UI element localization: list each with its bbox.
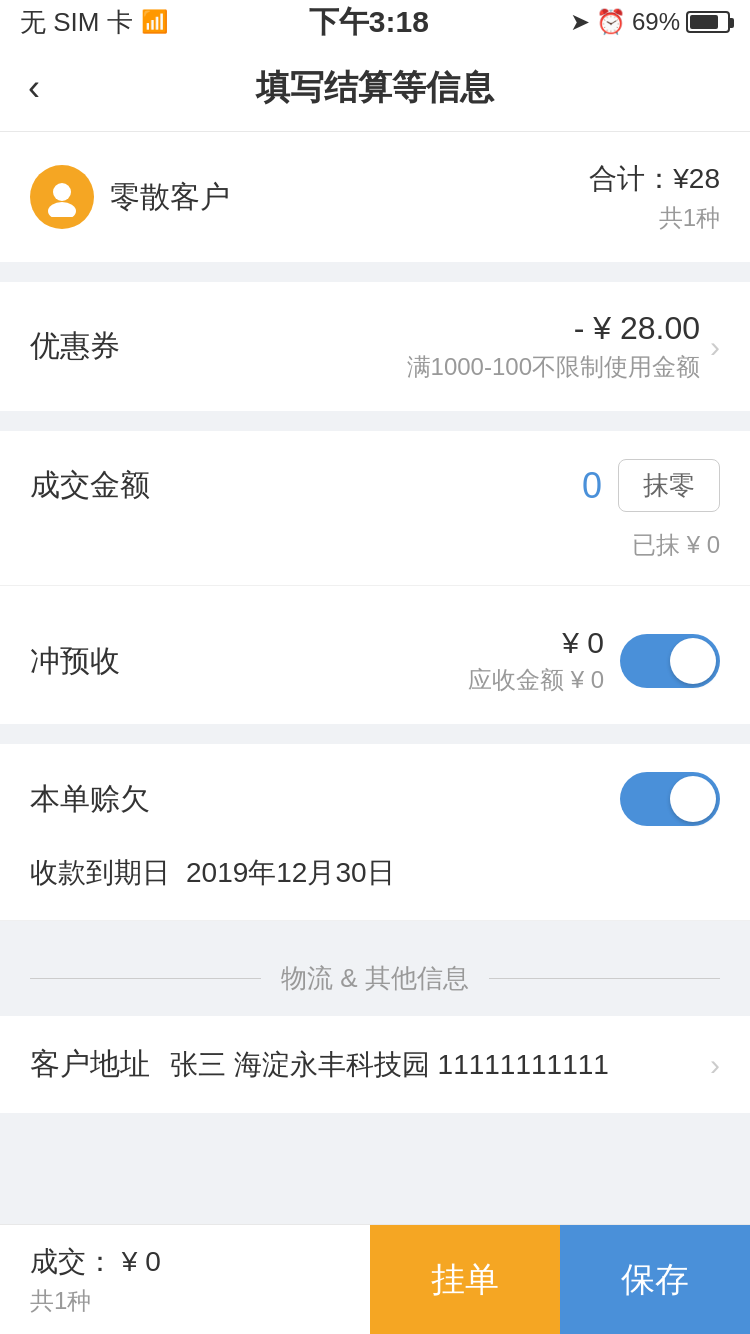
nav-bar: ‹ 填写结算等信息 bbox=[0, 44, 750, 132]
battery-icon bbox=[686, 11, 730, 33]
address-chevron-icon: › bbox=[710, 1048, 720, 1082]
bottom-bar: 成交： ¥ 0 共1种 挂单 保存 bbox=[0, 1224, 750, 1334]
transaction-label: 成交金额 bbox=[30, 465, 150, 506]
status-left: 无 SIM 卡 📶 bbox=[20, 5, 168, 40]
location-icon: ➤ bbox=[570, 8, 590, 36]
customer-info: 零散客户 bbox=[30, 165, 230, 229]
bottom-transaction: 成交： ¥ 0 bbox=[30, 1243, 340, 1281]
logistics-divider-section: 物流 & 其他信息 bbox=[0, 941, 750, 1016]
prepay-right: ¥ 0 应收金额 ¥ 0 bbox=[468, 626, 720, 696]
prepay-amount: ¥ 0 bbox=[468, 626, 604, 660]
content: 零散客户 合计：¥28 共1种 优惠券 - ¥ 28.00 满1000-100不… bbox=[0, 132, 750, 1253]
round-zero-button[interactable]: 抹零 bbox=[618, 459, 720, 512]
already-rounded-text: 已抹 ¥ 0 bbox=[632, 531, 720, 558]
coupon-label: 优惠券 bbox=[30, 326, 120, 367]
back-button[interactable]: ‹ bbox=[28, 67, 40, 109]
wifi-icon: 📶 bbox=[141, 9, 168, 35]
prepay-row: 冲预收 ¥ 0 应收金额 ¥ 0 bbox=[30, 610, 720, 696]
carrier-text: 无 SIM 卡 bbox=[20, 5, 133, 40]
bottom-summary: 成交： ¥ 0 共1种 bbox=[0, 1243, 370, 1317]
address-label: 客户地址 bbox=[30, 1044, 150, 1085]
svg-point-1 bbox=[48, 202, 76, 217]
transaction-right: 0 抹零 bbox=[582, 459, 720, 512]
debt-row: 本单赊欠 bbox=[0, 744, 750, 854]
due-date-row: 收款到期日 2019年12月30日 bbox=[0, 854, 750, 921]
bottom-transaction-label: 成交： bbox=[30, 1246, 114, 1277]
transaction-section: 成交金额 0 抹零 已抹 ¥ 0 冲预收 ¥ 0 应收金额 ¥ 0 bbox=[0, 431, 750, 724]
debt-toggle[interactable] bbox=[620, 772, 720, 826]
coupon-amount: - ¥ 28.00 bbox=[407, 310, 700, 347]
debt-label: 本单赊欠 bbox=[30, 779, 150, 820]
address-value: 张三 海淀永丰科技园 11111111111 bbox=[170, 1046, 690, 1084]
divider-line-right bbox=[489, 978, 720, 979]
transaction-value: 0 bbox=[582, 465, 602, 507]
debt-toggle-knob bbox=[670, 776, 716, 822]
chevron-right-icon: › bbox=[710, 330, 720, 364]
battery-percent: 69% bbox=[632, 8, 680, 36]
logistics-divider: 物流 & 其他信息 bbox=[30, 961, 720, 996]
coupon-description: 满1000-100不限制使用金额 bbox=[407, 351, 700, 383]
page-title: 填写结算等信息 bbox=[256, 65, 494, 111]
prepay-label: 冲预收 bbox=[30, 641, 120, 682]
coupon-right: - ¥ 28.00 满1000-100不限制使用金额 › bbox=[407, 310, 720, 383]
avatar bbox=[30, 165, 94, 229]
bottom-transaction-value: ¥ 0 bbox=[122, 1246, 161, 1277]
coupon-row[interactable]: 优惠券 - ¥ 28.00 满1000-100不限制使用金额 › bbox=[0, 282, 750, 411]
status-right: ➤ ⏰ 69% bbox=[570, 8, 730, 36]
prepay-receivable: 应收金额 ¥ 0 bbox=[468, 664, 604, 696]
due-date-label: 收款到期日 bbox=[30, 854, 170, 892]
due-date-value: 2019年12月30日 bbox=[186, 854, 395, 892]
toggle-knob bbox=[670, 638, 716, 684]
save-button[interactable]: 保存 bbox=[560, 1225, 750, 1335]
status-bar: 无 SIM 卡 📶 下午3:18 ➤ ⏰ 69% bbox=[0, 0, 750, 44]
customer-summary: 合计：¥28 共1种 bbox=[589, 160, 720, 234]
svg-point-0 bbox=[53, 183, 71, 201]
prepay-toggle[interactable] bbox=[620, 634, 720, 688]
customer-count: 共1种 bbox=[589, 202, 720, 234]
customer-row: 零散客户 合计：¥28 共1种 bbox=[0, 132, 750, 262]
prepay-values: ¥ 0 应收金额 ¥ 0 bbox=[468, 626, 604, 696]
alarm-icon: ⏰ bbox=[596, 8, 626, 36]
customer-name: 零散客户 bbox=[110, 177, 230, 218]
address-section[interactable]: 客户地址 张三 海淀永丰科技园 11111111111 › bbox=[0, 1016, 750, 1113]
pending-button[interactable]: 挂单 bbox=[370, 1225, 560, 1335]
divider-line-left bbox=[30, 978, 261, 979]
coupon-info: - ¥ 28.00 满1000-100不限制使用金额 bbox=[407, 310, 700, 383]
time-display: 下午3:18 bbox=[309, 2, 429, 43]
logistics-label: 物流 & 其他信息 bbox=[281, 961, 469, 996]
debt-section: 本单赊欠 收款到期日 2019年12月30日 bbox=[0, 744, 750, 921]
customer-total: 合计：¥28 bbox=[589, 160, 720, 198]
transaction-row: 成交金额 0 抹零 bbox=[30, 459, 720, 512]
bottom-count: 共1种 bbox=[30, 1285, 340, 1317]
